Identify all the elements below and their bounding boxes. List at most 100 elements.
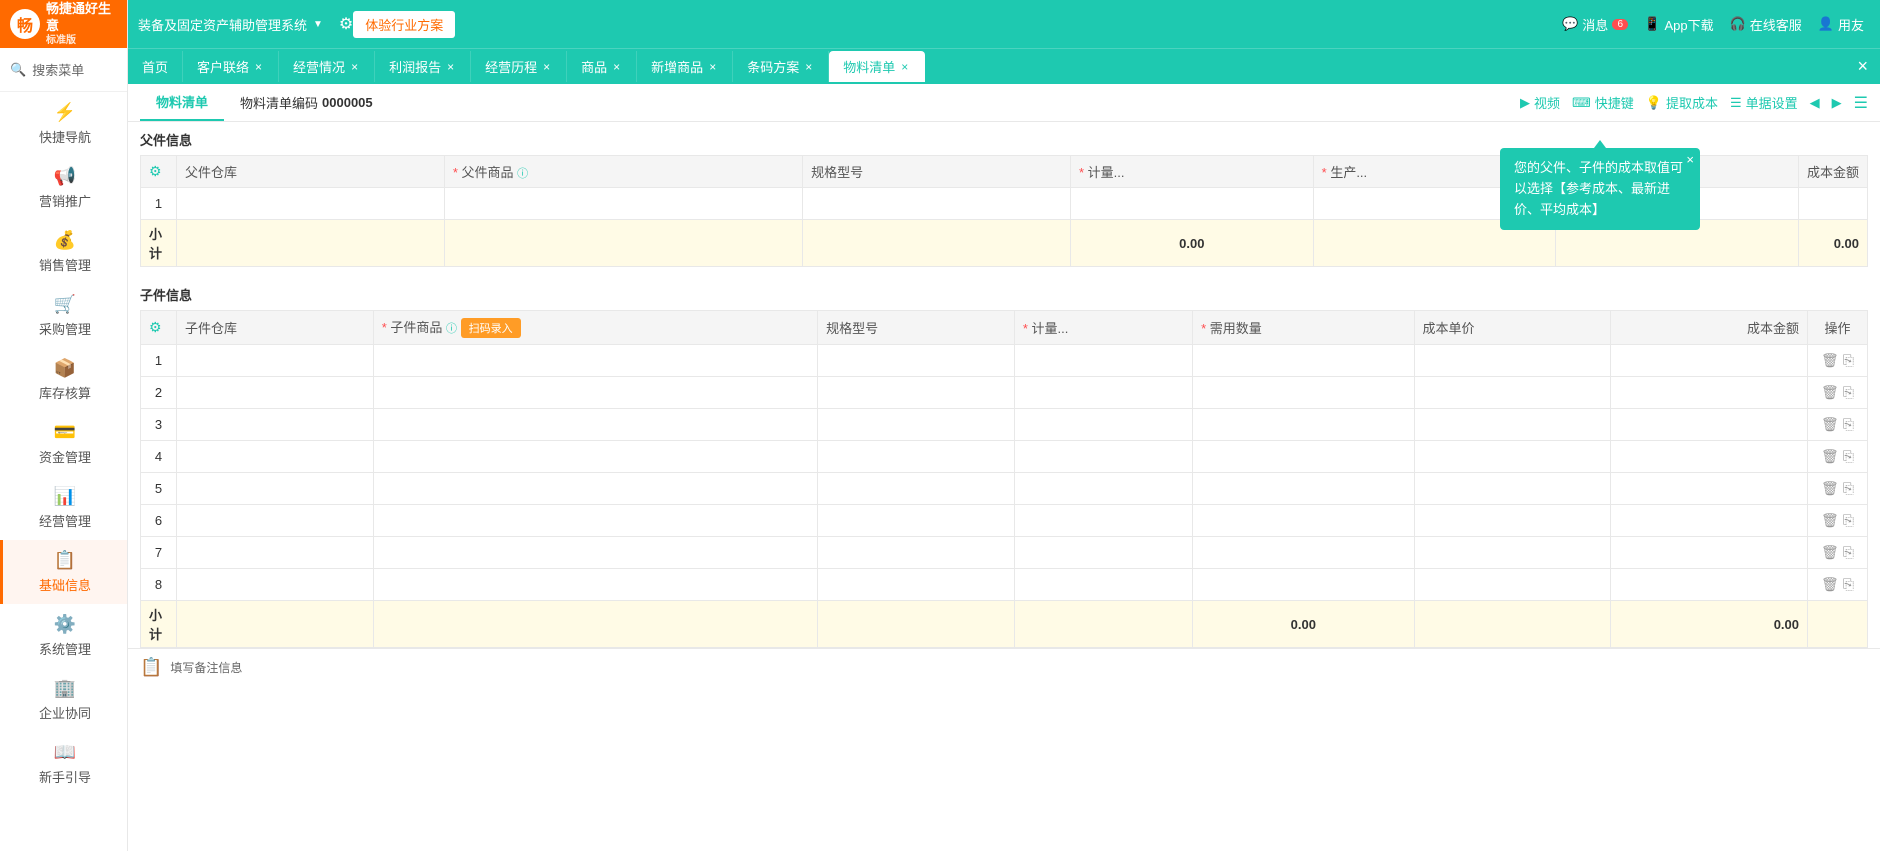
table-view-icon[interactable]: ☰ bbox=[1854, 93, 1868, 113]
tab-3[interactable]: 利润报告× bbox=[375, 51, 471, 82]
child-product-7[interactable] bbox=[373, 537, 817, 569]
tooltip-close-button[interactable]: × bbox=[1686, 152, 1694, 167]
copy-row-5[interactable]: ⎘ bbox=[1843, 480, 1854, 497]
child-unit-cost-8[interactable] bbox=[1414, 569, 1611, 601]
child-qty-5[interactable] bbox=[1193, 473, 1414, 505]
child-warehouse-6[interactable] bbox=[177, 505, 374, 537]
child-unit-cost-5[interactable] bbox=[1414, 473, 1611, 505]
parent-warehouse-cell[interactable] bbox=[177, 188, 445, 220]
parent-spec-cell[interactable] bbox=[803, 188, 1071, 220]
sidebar-item-basic[interactable]: 📋基础信息 bbox=[0, 540, 127, 604]
child-product-4[interactable] bbox=[373, 441, 817, 473]
delete-row-3[interactable]: 🗑 bbox=[1821, 416, 1839, 433]
child-product-2[interactable] bbox=[373, 377, 817, 409]
video-button[interactable]: ▶ 视频 bbox=[1520, 93, 1560, 112]
child-warehouse-1[interactable] bbox=[177, 345, 374, 377]
app-download-button[interactable]: 📱 App下载 bbox=[1644, 15, 1713, 34]
nav-right-icon[interactable]: ▶ bbox=[1832, 95, 1842, 111]
child-unit-8[interactable] bbox=[1014, 569, 1192, 601]
th-setting-parent[interactable]: ⚙ bbox=[141, 156, 177, 188]
sidebar-item-newbie[interactable]: 📖新手引导 bbox=[0, 732, 127, 796]
shortcut-button[interactable]: ⌨ 快捷键 bbox=[1572, 93, 1634, 112]
nav-left-icon[interactable]: ◀ bbox=[1810, 95, 1820, 111]
close-all-tabs-button[interactable]: × bbox=[1845, 52, 1880, 81]
child-unit-2[interactable] bbox=[1014, 377, 1192, 409]
child-unit-6[interactable] bbox=[1014, 505, 1192, 537]
child-spec-2[interactable] bbox=[818, 377, 1015, 409]
child-product-8[interactable] bbox=[373, 569, 817, 601]
copy-row-1[interactable]: ⎘ bbox=[1843, 352, 1854, 369]
child-warehouse-4[interactable] bbox=[177, 441, 374, 473]
child-warehouse-3[interactable] bbox=[177, 409, 374, 441]
child-spec-3[interactable] bbox=[818, 409, 1015, 441]
delete-row-4[interactable]: 🗑 bbox=[1821, 448, 1839, 465]
tab-2[interactable]: 经营情况× bbox=[279, 51, 375, 82]
child-qty-8[interactable] bbox=[1193, 569, 1414, 601]
tab-6[interactable]: 新增商品× bbox=[637, 51, 733, 82]
sidebar-item-finance[interactable]: 💳资金管理 bbox=[0, 412, 127, 476]
child-unit-cost-2[interactable] bbox=[1414, 377, 1611, 409]
gear-button[interactable]: ⚙ bbox=[339, 14, 353, 34]
tab-close-btn-4[interactable]: × bbox=[541, 60, 552, 74]
child-qty-6[interactable] bbox=[1193, 505, 1414, 537]
child-qty-2[interactable] bbox=[1193, 377, 1414, 409]
child-unit-5[interactable] bbox=[1014, 473, 1192, 505]
sidebar-item-purchase[interactable]: 🛒采购管理 bbox=[0, 284, 127, 348]
child-product-6[interactable] bbox=[373, 505, 817, 537]
copy-row-7[interactable]: ⎘ bbox=[1843, 544, 1854, 561]
child-qty-4[interactable] bbox=[1193, 441, 1414, 473]
th-setting-child[interactable]: ⚙ bbox=[141, 311, 177, 345]
delete-row-7[interactable]: 🗑 bbox=[1821, 544, 1839, 561]
child-qty-7[interactable] bbox=[1193, 537, 1414, 569]
tab-close-btn-2[interactable]: × bbox=[349, 60, 360, 74]
tab-close-btn-5[interactable]: × bbox=[611, 60, 622, 74]
user-menu-button[interactable]: 👤 用友 bbox=[1818, 15, 1864, 34]
child-spec-1[interactable] bbox=[818, 345, 1015, 377]
sidebar-item-enterprise[interactable]: 🏢企业协同 bbox=[0, 668, 127, 732]
single-setting-button[interactable]: ☰ 单据设置 bbox=[1730, 93, 1798, 112]
parent-unit-cell[interactable] bbox=[1071, 188, 1314, 220]
delete-row-6[interactable]: 🗑 bbox=[1821, 512, 1839, 529]
child-unit-cost-1[interactable] bbox=[1414, 345, 1611, 377]
child-warehouse-5[interactable] bbox=[177, 473, 374, 505]
child-unit-cost-4[interactable] bbox=[1414, 441, 1611, 473]
sidebar-item-sales[interactable]: 💰销售管理 bbox=[0, 220, 127, 284]
child-spec-7[interactable] bbox=[818, 537, 1015, 569]
child-unit-1[interactable] bbox=[1014, 345, 1192, 377]
child-spec-8[interactable] bbox=[818, 569, 1015, 601]
delete-row-5[interactable]: 🗑 bbox=[1821, 480, 1839, 497]
child-product-3[interactable] bbox=[373, 409, 817, 441]
child-spec-4[interactable] bbox=[818, 441, 1015, 473]
tab-7[interactable]: 条码方案× bbox=[733, 51, 829, 82]
copy-row-2[interactable]: ⎘ bbox=[1843, 384, 1854, 401]
child-warehouse-2[interactable] bbox=[177, 377, 374, 409]
scan-input-button[interactable]: 扫码录入 bbox=[461, 318, 521, 338]
tab-5[interactable]: 商品× bbox=[567, 51, 637, 82]
child-unit-7[interactable] bbox=[1014, 537, 1192, 569]
child-qty-1[interactable] bbox=[1193, 345, 1414, 377]
child-warehouse-7[interactable] bbox=[177, 537, 374, 569]
copy-row-4[interactable]: ⎘ bbox=[1843, 448, 1854, 465]
child-unit-cost-6[interactable] bbox=[1414, 505, 1611, 537]
copy-row-6[interactable]: ⎘ bbox=[1843, 512, 1854, 529]
parent-product-cell[interactable] bbox=[444, 188, 802, 220]
copy-row-3[interactable]: ⎘ bbox=[1843, 416, 1854, 433]
tab-close-btn-8[interactable]: × bbox=[899, 60, 910, 74]
sidebar-item-quick[interactable]: ⚡快捷导航 bbox=[0, 92, 127, 156]
child-spec-6[interactable] bbox=[818, 505, 1015, 537]
tab-close-btn-1[interactable]: × bbox=[253, 60, 264, 74]
search-menu-button[interactable]: 🔍 搜索菜单 bbox=[10, 56, 117, 83]
child-unit-4[interactable] bbox=[1014, 441, 1192, 473]
tab-1[interactable]: 客户联络× bbox=[183, 51, 279, 82]
copy-row-8[interactable]: ⎘ bbox=[1843, 576, 1854, 593]
child-warehouse-8[interactable] bbox=[177, 569, 374, 601]
tab-bom-list[interactable]: 物料清单 bbox=[140, 84, 224, 121]
child-qty-3[interactable] bbox=[1193, 409, 1414, 441]
delete-row-1[interactable]: 🗑 bbox=[1821, 352, 1839, 369]
sidebar-item-stock[interactable]: 📦库存核算 bbox=[0, 348, 127, 412]
child-product-5[interactable] bbox=[373, 473, 817, 505]
delete-row-8[interactable]: 🗑 bbox=[1821, 576, 1839, 593]
child-unit-cost-3[interactable] bbox=[1414, 409, 1611, 441]
child-spec-5[interactable] bbox=[818, 473, 1015, 505]
tab-0[interactable]: 首页 bbox=[128, 51, 183, 82]
